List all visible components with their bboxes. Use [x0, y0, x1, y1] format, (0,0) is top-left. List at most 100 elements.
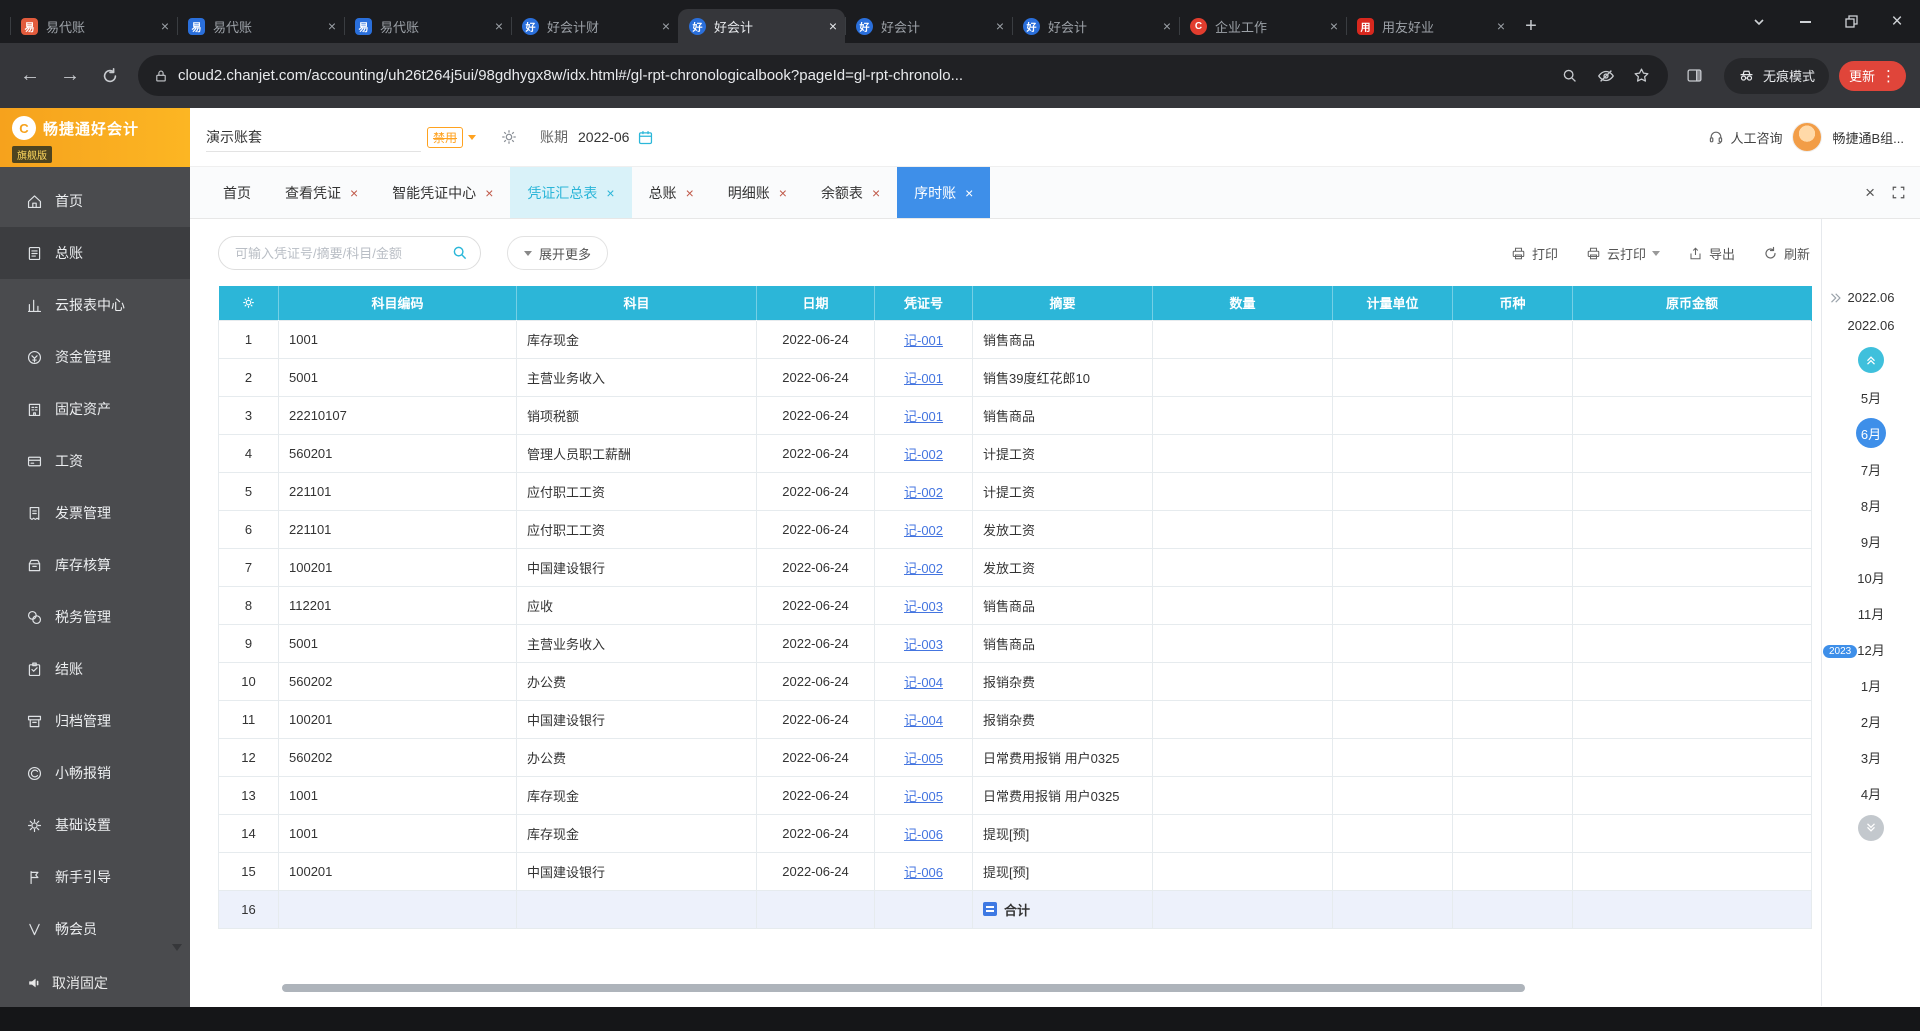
export-button[interactable]: 导出 — [1688, 244, 1735, 263]
eye-blocked-icon[interactable] — [1588, 58, 1624, 94]
workspace-tab-close-icon[interactable]: × — [606, 185, 614, 201]
month-item[interactable]: 11月 — [1841, 595, 1901, 631]
cloud-print-button[interactable]: 云打印 — [1586, 244, 1660, 263]
horizontal-scrollbar[interactable] — [282, 984, 1525, 992]
calendar-icon[interactable] — [637, 129, 654, 146]
tab-close-icon[interactable]: × — [829, 19, 837, 33]
voucher-link[interactable]: 记-002 — [904, 447, 943, 462]
address-bar[interactable]: cloud2.chanjet.com/accounting/uh26t264j5… — [138, 55, 1668, 96]
unpin-sidebar-button[interactable]: 取消固定 — [0, 959, 190, 1007]
browser-tab[interactable]: 好好会计财 × — [511, 9, 678, 43]
month-item[interactable]: 6月 — [1841, 415, 1901, 451]
month-item[interactable]: 2月 — [1841, 703, 1901, 739]
window-restore-button[interactable] — [1828, 0, 1874, 43]
avatar[interactable] — [1792, 122, 1823, 152]
workspace-tab[interactable]: 明细账 × — [711, 167, 804, 218]
voucher-link[interactable]: 记-004 — [904, 713, 943, 728]
tab-close-icon[interactable]: × — [328, 19, 336, 33]
sidebar-item-member[interactable]: 畅会员 — [0, 903, 190, 955]
workspace-tab-close-icon[interactable]: × — [350, 185, 358, 201]
sidebar-item-chart[interactable]: 云报表中心 — [0, 279, 190, 331]
column-settings-header[interactable] — [218, 286, 279, 320]
voucher-link[interactable]: 记-004 — [904, 675, 943, 690]
month-item[interactable]: 3月 — [1841, 739, 1901, 775]
search-icon[interactable] — [451, 244, 468, 261]
tab-close-icon[interactable]: × — [662, 19, 670, 33]
sidebar-item-settings[interactable]: 基础设置 — [0, 799, 190, 851]
sidebar-item-fund[interactable]: 资金管理 — [0, 331, 190, 383]
month-item[interactable]: 4月 — [1841, 775, 1901, 811]
account-set-selector[interactable]: 演示账套 — [206, 122, 421, 152]
browser-tab[interactable]: 好好会计 × — [845, 9, 1012, 43]
print-button[interactable]: 打印 — [1511, 244, 1558, 263]
voucher-link[interactable]: 记-001 — [904, 333, 943, 348]
previous-year-button[interactable] — [1858, 347, 1884, 373]
workspace-tab[interactable]: 序时账 × — [897, 167, 991, 218]
sidebar-scroll-down-icon[interactable] — [172, 944, 182, 951]
new-tab-button[interactable]: + — [1513, 9, 1549, 43]
browser-tab[interactable]: 易易代账 × — [177, 9, 344, 43]
panel-collapse-icon[interactable] — [1828, 291, 1842, 305]
search-input[interactable] — [218, 236, 481, 270]
voucher-link[interactable]: 记-005 — [904, 789, 943, 804]
browser-tab[interactable]: C 企业工作 × — [1179, 9, 1346, 43]
sidebar-item-salary[interactable]: 工资 — [0, 435, 190, 487]
sidebar-item-archive[interactable]: 归档管理 — [0, 695, 190, 747]
tab-close-icon[interactable]: × — [996, 19, 1004, 33]
tab-close-icon[interactable]: × — [1163, 19, 1171, 33]
close-all-tabs-icon[interactable]: × — [1865, 183, 1875, 203]
workspace-tab-close-icon[interactable]: × — [686, 185, 694, 201]
month-item[interactable]: 9月 — [1841, 523, 1901, 559]
sidebar-item-tax[interactable]: 税务管理 — [0, 591, 190, 643]
forward-button[interactable]: → — [50, 56, 90, 96]
browser-tab[interactable]: 好好会计 × — [678, 9, 845, 43]
browser-menu-kebab-icon[interactable]: ⋮ — [1881, 67, 1896, 85]
sidebar-item-closing[interactable]: 结账 — [0, 643, 190, 695]
month-item[interactable]: 7月 — [1841, 451, 1901, 487]
voucher-link[interactable]: 记-006 — [904, 865, 943, 880]
sidebar-item-reimburse[interactable]: 小畅报销 — [0, 747, 190, 799]
window-close-button[interactable]: × — [1874, 0, 1920, 43]
next-year-button[interactable] — [1858, 815, 1884, 841]
workspace-tab-close-icon[interactable]: × — [872, 185, 880, 201]
voucher-link[interactable]: 记-005 — [904, 751, 943, 766]
voucher-link[interactable]: 记-006 — [904, 827, 943, 842]
workspace-tab[interactable]: 凭证汇总表 × — [510, 167, 632, 218]
accounting-period-value[interactable]: 2022-06 — [578, 129, 629, 145]
tab-close-icon[interactable]: × — [1330, 19, 1338, 33]
browser-tab[interactable]: 易易代账 × — [10, 9, 177, 43]
month-item[interactable]: 5月 — [1841, 379, 1901, 415]
browser-tab[interactable]: 好好会计 × — [1012, 9, 1179, 43]
voucher-link[interactable]: 记-002 — [904, 523, 943, 538]
sidebar-item-invoice[interactable]: 发票管理 — [0, 487, 190, 539]
window-minimize-button[interactable] — [1782, 0, 1828, 43]
voucher-link[interactable]: 记-002 — [904, 561, 943, 576]
reload-button[interactable] — [90, 56, 130, 96]
expand-more-button[interactable]: 展开更多 — [507, 236, 609, 270]
voucher-link[interactable]: 记-003 — [904, 599, 943, 614]
zoom-icon[interactable] — [1552, 58, 1588, 94]
tab-close-icon[interactable]: × — [161, 19, 169, 33]
sidebar-item-ledger[interactable]: 总账 — [0, 227, 190, 279]
sidebar-item-guide[interactable]: 新手引导 — [0, 851, 190, 903]
sidebar-item-home[interactable]: 首页 — [0, 175, 190, 227]
sidebar-item-asset[interactable]: 固定资产 — [0, 383, 190, 435]
fullscreen-icon[interactable] — [1891, 185, 1906, 200]
voucher-link[interactable]: 记-001 — [904, 371, 943, 386]
workspace-tab[interactable]: 总账 × — [632, 167, 711, 218]
disabled-dropdown-caret-icon[interactable] — [468, 134, 477, 140]
support-button[interactable]: 人工咨询 — [1708, 128, 1782, 147]
workspace-tab-close-icon[interactable]: × — [485, 185, 493, 201]
voucher-link[interactable]: 记-001 — [904, 409, 943, 424]
workspace-tab-close-icon[interactable]: × — [965, 185, 973, 201]
tab-close-icon[interactable]: × — [1497, 19, 1505, 33]
workspace-tab-close-icon[interactable]: × — [779, 185, 787, 201]
workspace-tab[interactable]: 余额表 × — [804, 167, 897, 218]
workspace-tab[interactable]: 智能凭证中心 × — [375, 167, 510, 218]
refresh-button[interactable]: 刷新 — [1763, 244, 1810, 263]
user-name[interactable]: 畅捷通B组... — [1832, 128, 1904, 147]
browser-update-button[interactable]: 更新 ⋮ — [1838, 60, 1906, 91]
month-item[interactable]: 8月 — [1841, 487, 1901, 523]
voucher-link[interactable]: 记-003 — [904, 637, 943, 652]
column-settings-gear-icon[interactable] — [219, 295, 279, 310]
